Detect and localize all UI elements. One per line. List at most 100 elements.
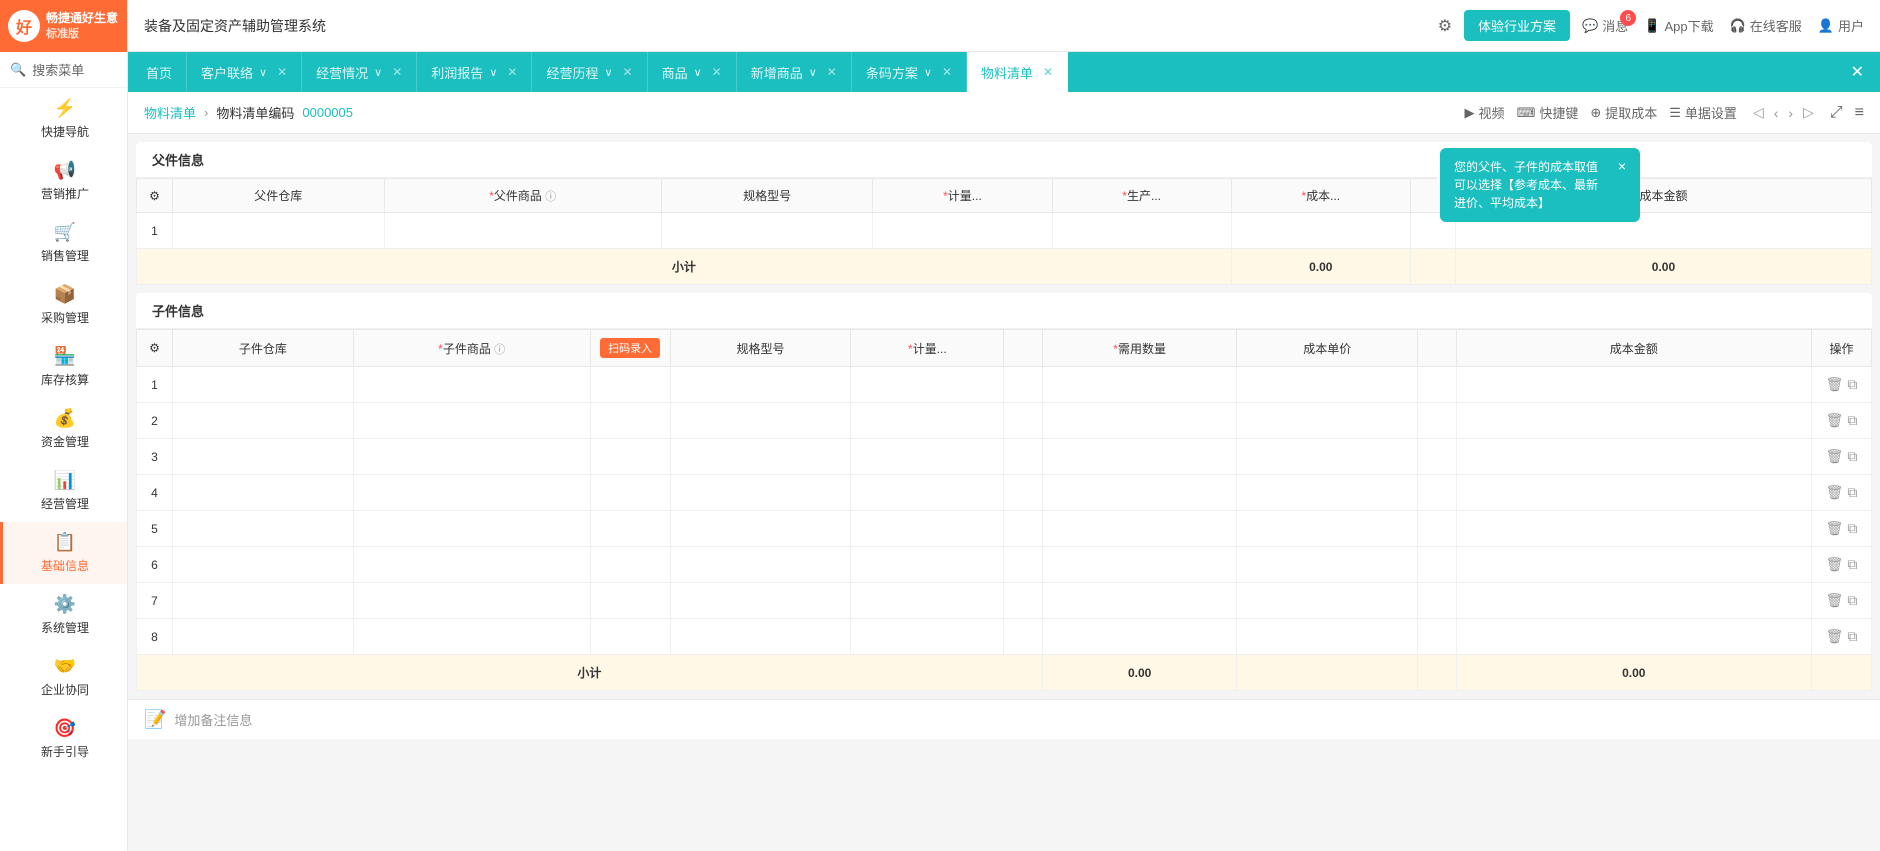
child-col-scan[interactable]: 扫码录入: [590, 330, 670, 367]
tab-operation[interactable]: 经营情况 ∨ ✕: [302, 52, 417, 92]
tab-barcode[interactable]: 条码方案 ∨ ✕: [852, 52, 967, 92]
tab-goods-close[interactable]: ✕: [712, 65, 722, 79]
tab-home[interactable]: 首页: [132, 52, 187, 92]
child-col-settings[interactable]: ⚙: [137, 330, 173, 367]
child-qty-7[interactable]: [1042, 583, 1237, 619]
child-unit-cost-4[interactable]: [1237, 475, 1418, 511]
sidebar-item-system[interactable]: ⚙️ 系统管理: [0, 584, 127, 646]
online-service-button[interactable]: 🎧 在线客服: [1730, 16, 1802, 35]
child-spec-2[interactable]: [670, 403, 851, 439]
tab-customer-close[interactable]: ✕: [277, 65, 287, 79]
parent-produce-1[interactable]: [1052, 213, 1231, 249]
sidebar-item-basic[interactable]: 📋 基础信息: [0, 522, 127, 584]
child-qty-5[interactable]: [1042, 511, 1237, 547]
child-spec-8[interactable]: [670, 619, 851, 655]
copy-icon-1[interactable]: ⧉: [1847, 376, 1857, 393]
parent-warehouse-1[interactable]: [173, 213, 385, 249]
sidebar-item-purchase[interactable]: 📦 采购管理: [0, 274, 127, 336]
child-unit-3[interactable]: [851, 439, 1004, 475]
child-unit-8[interactable]: [851, 619, 1004, 655]
child-goods-6[interactable]: [353, 547, 590, 583]
child-unit-cost-3[interactable]: [1237, 439, 1418, 475]
tab-operation-close[interactable]: ✕: [392, 65, 402, 79]
tab-customer[interactable]: 客户联络 ∨ ✕: [187, 52, 302, 92]
child-goods-8[interactable]: [353, 619, 590, 655]
first-page-button[interactable]: ◁: [1749, 102, 1768, 123]
delete-icon-6[interactable]: 🗑: [1826, 556, 1844, 573]
copy-icon-4[interactable]: ⧉: [1847, 484, 1857, 501]
bottom-label[interactable]: 增加备注信息: [174, 710, 252, 729]
config-icon[interactable]: ⚙: [1438, 16, 1452, 36]
parent-cost-1[interactable]: [1231, 213, 1410, 249]
child-warehouse-3[interactable]: [173, 439, 354, 475]
child-unit-7[interactable]: [851, 583, 1004, 619]
sidebar-search[interactable]: 🔍 搜索菜单: [0, 52, 127, 88]
parent-unit-1[interactable]: [873, 213, 1052, 249]
copy-icon-3[interactable]: ⧉: [1847, 448, 1857, 465]
single-setting-action[interactable]: ☰ 单据设置: [1669, 103, 1737, 122]
tab-barcode-close[interactable]: ✕: [942, 65, 952, 79]
child-unit-cost-5[interactable]: [1237, 511, 1418, 547]
child-goods-4[interactable]: [353, 475, 590, 511]
child-spec-4[interactable]: [670, 475, 851, 511]
child-goods-3[interactable]: [353, 439, 590, 475]
child-unit-1[interactable]: [851, 367, 1004, 403]
child-spec-5[interactable]: [670, 511, 851, 547]
sidebar-item-finance[interactable]: 💰 资金管理: [0, 398, 127, 460]
app-download-button[interactable]: 📱 App下载: [1644, 16, 1713, 35]
tab-newgoods[interactable]: 新增商品 ∨ ✕: [737, 52, 852, 92]
child-goods-1[interactable]: [353, 367, 590, 403]
sidebar-item-marketing[interactable]: 📢 营销推广: [0, 150, 127, 212]
child-spec-1[interactable]: [670, 367, 851, 403]
tab-profit[interactable]: 利润报告 ∨ ✕: [417, 52, 532, 92]
copy-icon-7[interactable]: ⧉: [1847, 592, 1857, 609]
parent-goods-1[interactable]: [384, 213, 661, 249]
child-goods-2[interactable]: [353, 403, 590, 439]
delete-icon-8[interactable]: 🗑: [1826, 628, 1844, 645]
sidebar-item-guide[interactable]: 🎯 新手引导: [0, 708, 127, 770]
view-action[interactable]: ▶ 视频: [1465, 103, 1505, 122]
child-spec-6[interactable]: [670, 547, 851, 583]
child-goods-7[interactable]: [353, 583, 590, 619]
list-icon[interactable]: ≡: [1855, 104, 1864, 122]
copy-icon-5[interactable]: ⧉: [1847, 520, 1857, 537]
breadcrumb-root[interactable]: 物料清单: [144, 103, 196, 122]
child-warehouse-1[interactable]: [173, 367, 354, 403]
copy-icon-6[interactable]: ⧉: [1847, 556, 1857, 573]
child-qty-1[interactable]: [1042, 367, 1237, 403]
child-unit-cost-6[interactable]: [1237, 547, 1418, 583]
child-spec-3[interactable]: [670, 439, 851, 475]
child-warehouse-4[interactable]: [173, 475, 354, 511]
user-button[interactable]: 👤 用户: [1818, 16, 1864, 35]
tab-bom-close[interactable]: ✕: [1043, 65, 1053, 79]
sidebar-item-quicknav[interactable]: ⚡ 快捷导航: [0, 88, 127, 150]
child-qty-6[interactable]: [1042, 547, 1237, 583]
sidebar-item-inventory[interactable]: 🏪 库存核算: [0, 336, 127, 398]
child-spec-7[interactable]: [670, 583, 851, 619]
child-qty-8[interactable]: [1042, 619, 1237, 655]
child-unit-cost-2[interactable]: [1237, 403, 1418, 439]
delete-icon-7[interactable]: 🗑: [1826, 592, 1844, 609]
child-unit-6[interactable]: [851, 547, 1004, 583]
sidebar-item-operations[interactable]: 📊 经营管理: [0, 460, 127, 522]
tab-newgoods-close[interactable]: ✕: [827, 65, 837, 79]
sidebar-item-sales[interactable]: 🛒 销售管理: [0, 212, 127, 274]
delete-icon-4[interactable]: 🗑: [1826, 484, 1844, 501]
tab-goods[interactable]: 商品 ∨ ✕: [648, 52, 737, 92]
prev-page-button[interactable]: ‹: [1770, 103, 1783, 123]
copy-icon-8[interactable]: ⧉: [1847, 628, 1857, 645]
child-warehouse-2[interactable]: [173, 403, 354, 439]
messages-button[interactable]: 💬 消息 6: [1582, 16, 1628, 35]
delete-icon-5[interactable]: 🗑: [1826, 520, 1844, 537]
child-qty-2[interactable]: [1042, 403, 1237, 439]
tab-history[interactable]: 经营历程 ∨ ✕: [532, 52, 647, 92]
copy-icon-2[interactable]: ⧉: [1847, 412, 1857, 429]
parent-col-settings[interactable]: ⚙: [137, 179, 173, 213]
child-unit-cost-8[interactable]: [1237, 619, 1418, 655]
child-warehouse-7[interactable]: [173, 583, 354, 619]
child-warehouse-5[interactable]: [173, 511, 354, 547]
delete-icon-1[interactable]: 🗑: [1826, 376, 1844, 393]
scan-button[interactable]: 扫码录入: [600, 338, 660, 358]
child-unit-2[interactable]: [851, 403, 1004, 439]
tooltip-close-button[interactable]: ×: [1618, 156, 1626, 177]
